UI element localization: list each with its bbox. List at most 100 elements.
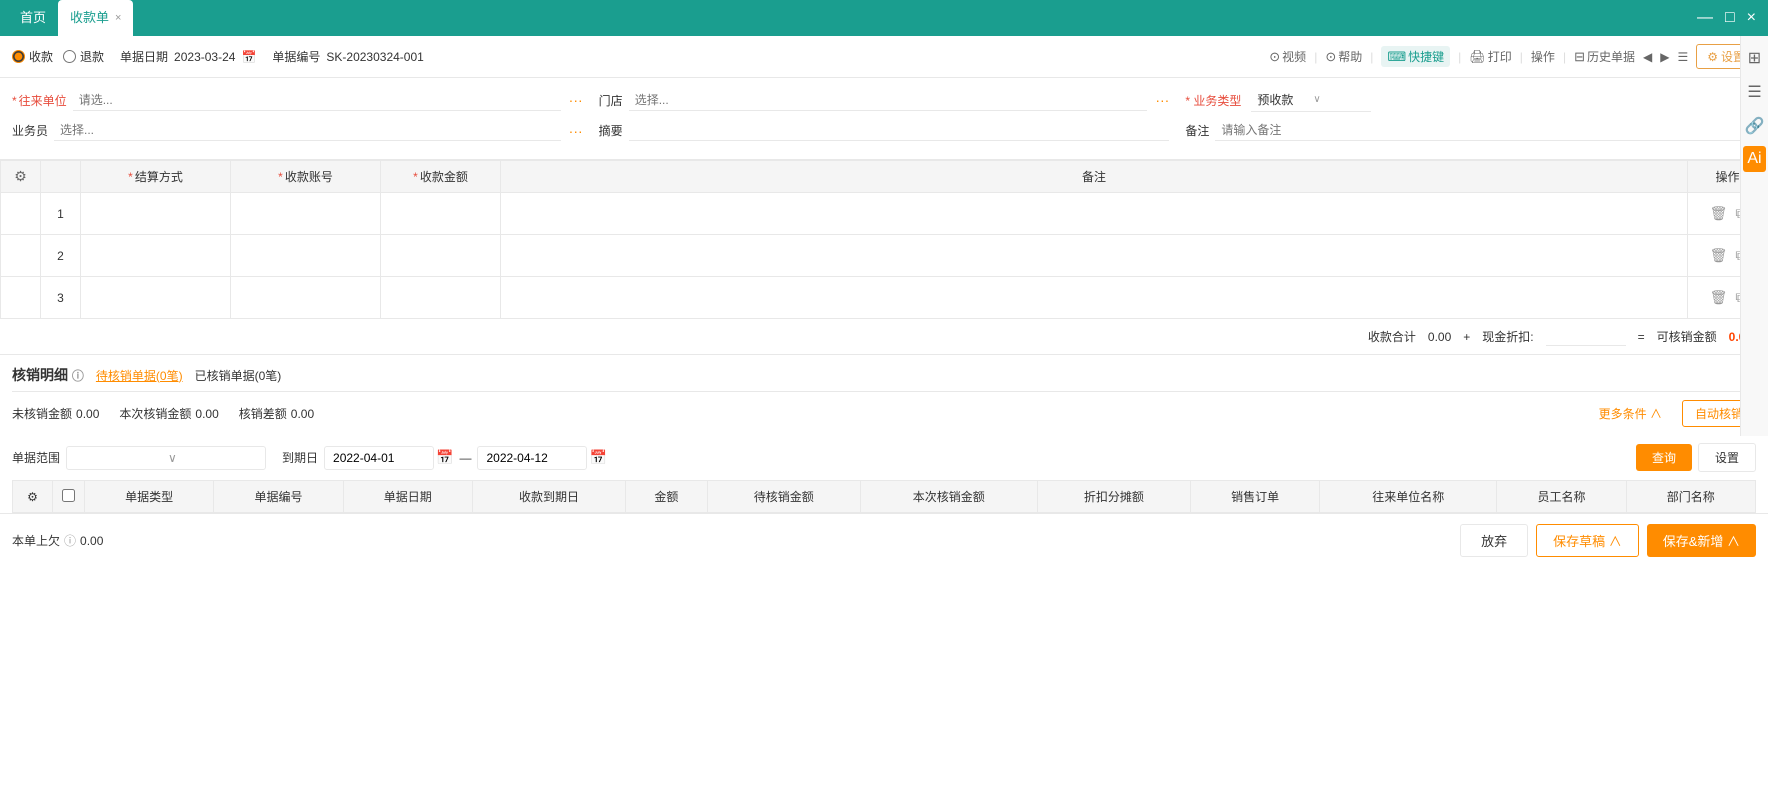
store-input[interactable] <box>629 90 1148 111</box>
row3-note[interactable] <box>501 277 1688 319</box>
staff-input[interactable] <box>54 120 561 141</box>
balance-value: 0.00 <box>80 534 103 548</box>
counterparty-field: 往来单位 ··· <box>12 90 583 111</box>
pending-tab[interactable]: 待核销单据(0笔) <box>96 367 183 384</box>
bt-settings-icon[interactable]: ⚙ <box>27 490 38 504</box>
bottom-table-wrapper: ⚙ 单据类型 单据编号 单据日期 收款到期日 金额 待核销金额 本次核销金额 折… <box>12 480 1756 513</box>
close-tab-icon[interactable]: × <box>115 0 121 36</box>
bottom-table: ⚙ 单据类型 单据编号 单据日期 收款到期日 金额 待核销金额 本次核销金额 折… <box>12 480 1756 513</box>
active-tab[interactable]: 收款单 × <box>58 0 133 36</box>
stat-diff-value: 0.00 <box>291 407 314 421</box>
row3-method[interactable] <box>81 277 231 319</box>
balance-info-icon[interactable]: ⓘ <box>64 532 76 549</box>
business-type-select[interactable]: 预收款 ∨ <box>1251 88 1371 112</box>
radio-refund[interactable]: 退款 <box>63 48 104 65</box>
bt-col-counterparty-header: 往来单位名称 <box>1320 481 1497 513</box>
discard-btn[interactable]: 放弃 <box>1460 524 1528 557</box>
col-method-header: 结算方式 <box>81 161 231 193</box>
operation-btn[interactable]: 操作 <box>1531 48 1555 65</box>
history-btn[interactable]: ⊟ 历史单据 <box>1574 48 1635 65</box>
save-new-btn[interactable]: 保存&新增 ∧ <box>1647 524 1756 557</box>
filter-range-select[interactable]: ∨ <box>66 446 266 470</box>
window-max-icon[interactable]: □ <box>1721 7 1739 29</box>
row1-amount[interactable] <box>381 193 501 235</box>
sidebar-table-icon[interactable]: ⊞ <box>1744 44 1765 72</box>
row1-account[interactable] <box>231 193 381 235</box>
stat-diff: 核销差额 0.00 <box>239 405 314 422</box>
section-header: 核销明细 ⓘ 待核销单据(0笔) 已核销单据(0笔) <box>12 355 1756 392</box>
stat-unsettled-label: 未核销金额 <box>12 405 72 422</box>
counterparty-input[interactable] <box>73 90 561 111</box>
row2-note[interactable] <box>501 235 1688 277</box>
row2-account[interactable] <box>231 235 381 277</box>
row1-method[interactable] <box>81 193 231 235</box>
remarks-input[interactable] <box>1215 120 1756 141</box>
row2-num: 2 <box>41 235 81 277</box>
bt-select-all[interactable] <box>62 489 75 502</box>
bt-col-thistime-header: 本次核销金额 <box>860 481 1037 513</box>
window-min-icon[interactable]: — <box>1693 7 1717 29</box>
filter-date-field: 到期日 📅 — 📅 <box>282 446 607 470</box>
sidebar-list-icon[interactable]: ☰ <box>1743 78 1765 106</box>
summary-row: 收款合计 0.00 + 现金折扣: = 可核销金额 0.00 <box>0 319 1768 355</box>
business-type-value: 预收款 <box>1257 91 1309 108</box>
staff-label: 业务员 <box>12 122 48 139</box>
table-settings-icon[interactable]: ⚙ <box>14 168 27 184</box>
row1-settings <box>1 193 41 235</box>
bt-col-staff-header: 员工名称 <box>1497 481 1626 513</box>
bt-col-number-header: 单据编号 <box>214 481 343 513</box>
sidebar-link-icon[interactable]: 🔗 <box>1741 112 1768 140</box>
calendar-icon[interactable]: 📅 <box>241 50 256 64</box>
video-btn[interactable]: ⊙ 视频 <box>1269 48 1306 65</box>
sidebar-ai-icon[interactable]: Ai <box>1743 146 1765 172</box>
prev-icon[interactable]: ◀ <box>1643 50 1652 64</box>
summary-input[interactable] <box>629 120 1170 141</box>
discount-input[interactable] <box>1546 327 1626 346</box>
help-btn[interactable]: ⊙ 帮助 <box>1325 48 1362 65</box>
row3-delete-btn[interactable]: 🗑 <box>1708 287 1730 308</box>
row2-method[interactable] <box>81 235 231 277</box>
draft-btn[interactable]: 保存草稿 ∧ <box>1536 524 1639 557</box>
row1-num: 1 <box>41 193 81 235</box>
counterparty-more[interactable]: ··· <box>569 92 583 108</box>
lower-section: 核销明细 ⓘ 待核销单据(0笔) 已核销单据(0笔) 未核销金额 0.00 本次… <box>0 355 1768 513</box>
row1-delete-btn[interactable]: 🗑 <box>1708 203 1730 224</box>
bt-col-settings-header[interactable]: ⚙ <box>13 481 53 513</box>
next-icon[interactable]: ▶ <box>1660 50 1669 64</box>
date-to-icon[interactable]: 📅 <box>589 449 606 466</box>
form-area: 往来单位 ··· 门店 ··· * 业务类型 预收款 ∨ 业务员 ·· <box>0 78 1768 160</box>
print-btn[interactable]: 🖨 打印 <box>1469 48 1512 65</box>
toolbar-right: ⊙ 视频 | ⊙ 帮助 | ⌨ 快捷键 | 🖨 打印 | 操作 | <box>1269 44 1756 69</box>
shortcut-btn[interactable]: ⌨ 快捷键 <box>1381 46 1450 67</box>
toolbar: 收款 退款 单据日期 2023-03-24 📅 单据编号 SK-20230324… <box>0 36 1768 78</box>
col-settings-header[interactable]: ⚙ <box>1 161 41 193</box>
remarks-label: 备注 <box>1185 122 1209 139</box>
top-nav: 首页 收款单 × — □ × <box>0 0 1768 36</box>
row3-amount[interactable] <box>381 277 501 319</box>
row2-amount[interactable] <box>381 235 501 277</box>
filter-date-from[interactable] <box>324 446 434 470</box>
date-field: 单据日期 2023-03-24 📅 <box>120 48 256 65</box>
home-tab[interactable]: 首页 <box>8 0 58 36</box>
row3-account[interactable] <box>231 277 381 319</box>
staff-more[interactable]: ··· <box>569 123 583 139</box>
filter-settings-btn[interactable]: 设置 <box>1698 443 1756 472</box>
more-conditions-btn[interactable]: 更多条件 ∧ <box>1599 405 1662 422</box>
store-field: 门店 ··· <box>599 90 1170 111</box>
menu-icon[interactable]: ☰ <box>1677 50 1688 64</box>
window-close-icon[interactable]: × <box>1743 7 1760 29</box>
section-info-icon[interactable]: ⓘ <box>72 369 84 383</box>
date-value: 2023-03-24 <box>174 50 235 64</box>
date-label: 单据日期 <box>120 48 168 65</box>
store-more[interactable]: ··· <box>1155 92 1169 108</box>
filter-date-to[interactable] <box>477 446 587 470</box>
radio-receive[interactable]: 收款 <box>12 48 53 65</box>
settled-tab[interactable]: 已核销单据(0笔) <box>195 367 282 384</box>
row2-delete-btn[interactable]: 🗑 <box>1708 245 1730 266</box>
plus-sign: + <box>1463 330 1470 344</box>
total-value: 0.00 <box>1428 330 1451 344</box>
stat-this-time-value: 0.00 <box>195 407 218 421</box>
date-from-icon[interactable]: 📅 <box>436 449 453 466</box>
query-btn[interactable]: 查询 <box>1636 444 1692 471</box>
row1-note[interactable] <box>501 193 1688 235</box>
